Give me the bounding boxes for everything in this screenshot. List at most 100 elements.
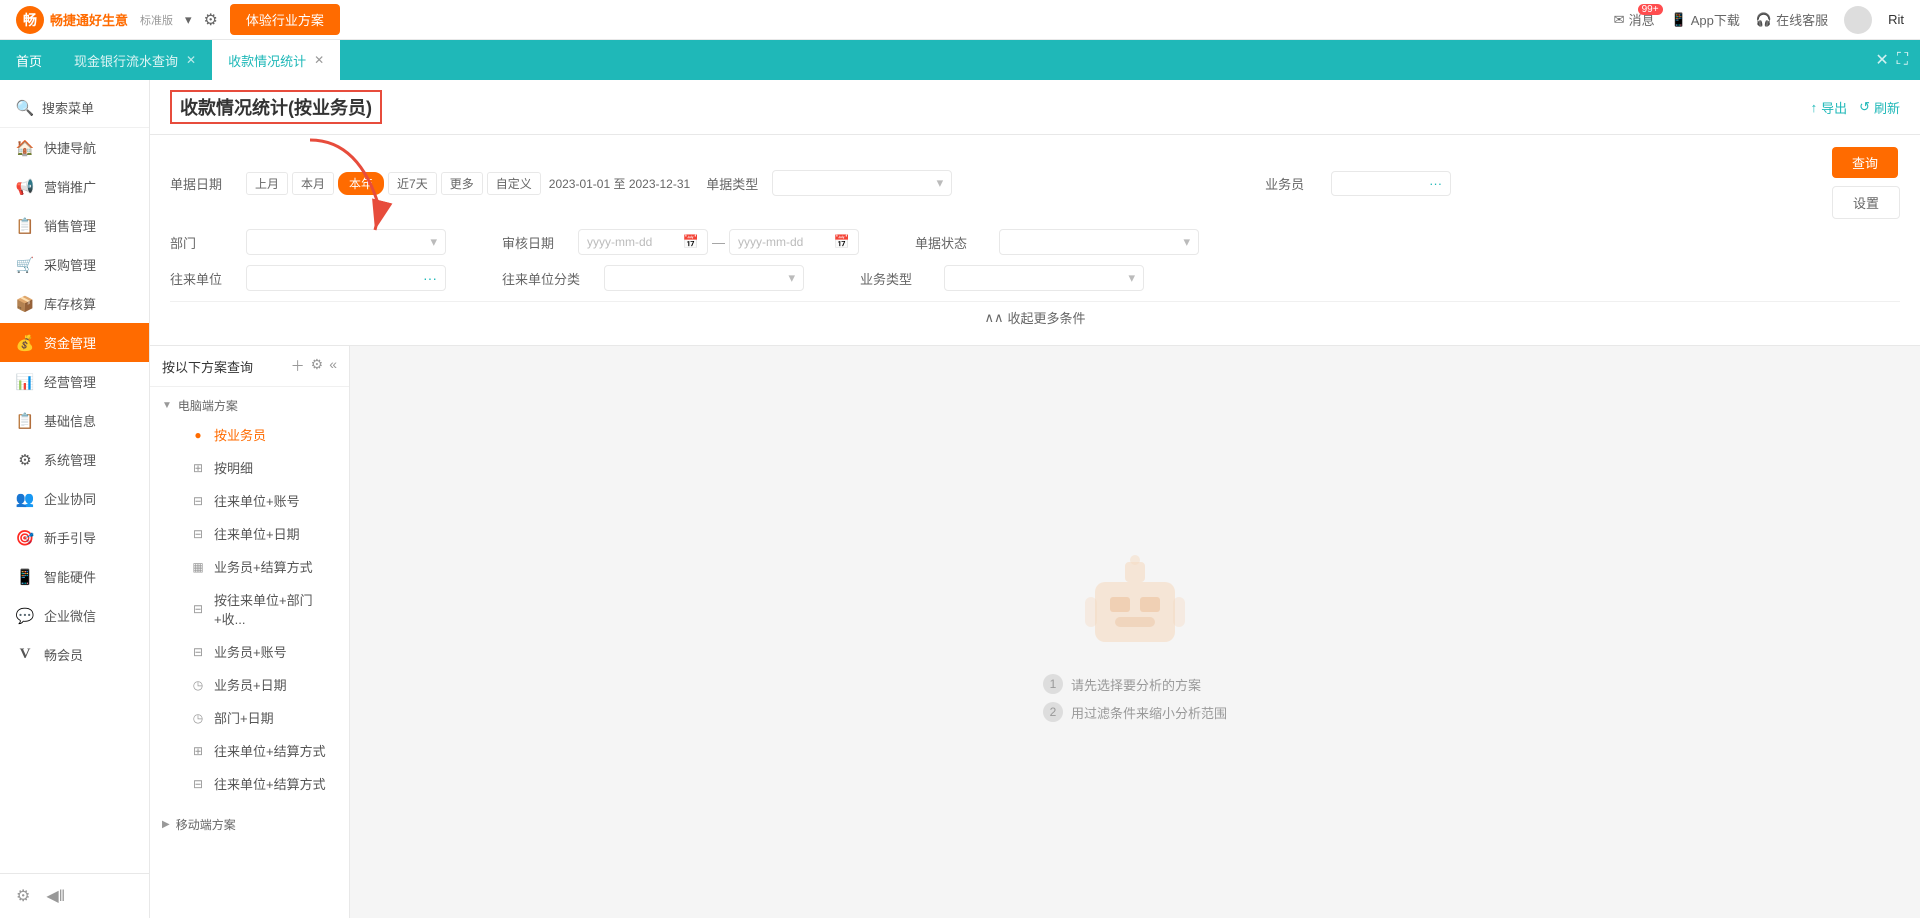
salesman-more-icon[interactable]: ···	[1429, 176, 1442, 191]
trial-button[interactable]: 体验行业方案	[230, 4, 340, 35]
home-icon: 🏠	[16, 139, 34, 157]
voucher-status-select[interactable]: ▾	[999, 229, 1199, 255]
dept-date-icon: ◷	[190, 710, 206, 726]
sidebar-enterprise-label: 企业协同	[44, 489, 96, 508]
sidebar-sales-label: 销售管理	[44, 216, 96, 235]
hint-2-num: 2	[1043, 702, 1063, 722]
top-bar-left: 畅 畅捷通好生意 标准版 ▾ ⚙ 体验行业方案	[16, 4, 340, 35]
sidebar-item-smart-hw[interactable]: 📱 智能硬件	[0, 557, 149, 596]
sidebar-guide-label: 新手引导	[44, 528, 96, 547]
scheme-item-counterpart-settlement2[interactable]: ⊟ 往来单位+结算方式	[162, 767, 349, 800]
user-avatar[interactable]	[1844, 6, 1872, 34]
scheme-settings-icon[interactable]: ⚙	[311, 356, 324, 376]
scheme-item-counterpart-date[interactable]: ⊟ 往来单位+日期	[162, 517, 349, 550]
scheme-item-salesman-date[interactable]: ◷ 业务员+日期	[162, 668, 349, 701]
voucher-type-select[interactable]: ▾	[772, 170, 952, 196]
review-date-from[interactable]: yyyy-mm-dd 📅	[578, 229, 708, 255]
desktop-group-title[interactable]: ▼ 电脑端方案	[150, 393, 349, 418]
bank-flow-tab-close-icon[interactable]: ✕	[186, 53, 196, 67]
scheme-item-dept-date[interactable]: ◷ 部门+日期	[162, 701, 349, 734]
review-date-group: yyyy-mm-dd 📅 — yyyy-mm-dd 📅	[578, 229, 859, 255]
sidebar-item-operations[interactable]: 📊 经营管理	[0, 362, 149, 401]
scheme-item-by-salesman[interactable]: ● 按业务员	[162, 418, 349, 451]
app-download-button[interactable]: 📱 App下载	[1671, 10, 1740, 29]
marketing-icon: 📢	[16, 178, 34, 196]
desktop-scheme-list: ● 按业务员 ⊞ 按明细 ⊟ 往来单位+账号 ⊟	[150, 418, 349, 800]
hint-1-text: 请先选择要分析的方案	[1071, 675, 1201, 694]
tab-bar: 首页 现金银行流水查询 ✕ 收款情况统计 ✕ ✕ ⛶	[0, 40, 1920, 80]
search-icon: 🔍	[16, 99, 34, 117]
sidebar-item-sales[interactable]: 📋 销售管理	[0, 206, 149, 245]
sidebar-item-system[interactable]: ⚙ 系统管理	[0, 440, 149, 479]
counterpart-category-select[interactable]: ▾	[604, 265, 804, 291]
sidebar-item-finance[interactable]: 💰 资金管理	[0, 323, 149, 362]
scheme-item-counterpart-dept[interactable]: ⊟ 按往来单位+部门+收...	[162, 583, 349, 635]
sidebar-item-search[interactable]: 🔍 搜索菜单	[0, 88, 149, 128]
refresh-icon: ↺	[1859, 99, 1870, 115]
sidebar-item-vip[interactable]: V 畅会员	[0, 635, 149, 674]
export-button[interactable]: ↑ 导出	[1811, 98, 1848, 117]
date-custom-btn[interactable]: 自定义	[487, 172, 541, 195]
sidebar-item-marketing[interactable]: 📢 营销推广	[0, 167, 149, 206]
business-type-label: 业务类型	[860, 269, 920, 288]
dropdown-arrow-icon[interactable]: ▾	[185, 12, 192, 28]
sidebar-item-quick-nav[interactable]: 🏠 快捷导航	[0, 128, 149, 167]
salesman-account-icon: ⊟	[190, 644, 206, 660]
query-button[interactable]: 查询	[1832, 147, 1898, 178]
by-detail-icon: ⊞	[190, 460, 206, 476]
sidebar-item-enterprise[interactable]: 👥 企业协同	[0, 479, 149, 518]
gear-icon[interactable]: ⚙	[204, 10, 218, 30]
review-date-to[interactable]: yyyy-mm-dd 📅	[729, 229, 859, 255]
main-layout: 🔍 搜索菜单 🏠 快捷导航 📢 营销推广 📋 销售管理 🛒 采购管理 📦	[0, 80, 1920, 918]
mobile-group-title[interactable]: ▶ 移动端方案	[150, 812, 349, 837]
counterpart-dept-icon: ⊟	[190, 601, 206, 617]
scheme-item-salesman-settlement[interactable]: ▦ 业务员+结算方式	[162, 550, 349, 583]
date-more-btn[interactable]: 更多	[441, 172, 483, 195]
sidebar-item-purchase[interactable]: 🛒 采购管理	[0, 245, 149, 284]
tab-home[interactable]: 首页	[0, 40, 58, 80]
scheme-item-counterpart-account[interactable]: ⊟ 往来单位+账号	[162, 484, 349, 517]
messages-badge: 99+	[1638, 4, 1663, 15]
voucher-type-label: 单据类型	[706, 174, 766, 193]
scheme-item-counterpart-settlement[interactable]: ⊞ 往来单位+结算方式	[162, 734, 349, 767]
close-window-icon[interactable]: ✕	[1875, 50, 1888, 70]
messages-button[interactable]: ✉ 消息 99+	[1614, 10, 1655, 29]
sidebar-vip-label: 畅会员	[44, 645, 83, 664]
scheme-collapse-icon[interactable]: «	[329, 356, 337, 376]
collection-stats-tab-label: 收款情况统计	[228, 51, 306, 70]
sidebar-collapse-icon[interactable]: ◀‖	[46, 886, 65, 906]
business-type-select[interactable]: ▾	[944, 265, 1144, 291]
date-7days-btn[interactable]: 近7天	[388, 172, 437, 195]
collapse-filter-button[interactable]: ∧∧ 收起更多条件	[170, 301, 1900, 333]
date-this-month-btn[interactable]: 本月	[292, 172, 334, 195]
tab-collection-stats[interactable]: 收款情况统计 ✕	[212, 40, 340, 80]
scheme-add-icon[interactable]: ＋	[291, 356, 305, 376]
service-icon: 🎧	[1756, 12, 1772, 28]
settings-button[interactable]: 设置	[1832, 186, 1900, 219]
tab-bank-flow[interactable]: 现金银行流水查询 ✕	[58, 40, 212, 80]
scheme-item-by-detail[interactable]: ⊞ 按明细	[162, 451, 349, 484]
dept-date-label: 部门+日期	[214, 708, 274, 727]
collection-stats-tab-close-icon[interactable]: ✕	[314, 53, 324, 67]
department-select[interactable]: ▾	[246, 229, 446, 255]
date-separator: —	[712, 235, 725, 250]
scheme-item-salesman-account[interactable]: ⊟ 业务员+账号	[162, 635, 349, 668]
sidebar-smart-hw-label: 智能硬件	[44, 567, 96, 586]
refresh-button[interactable]: ↺ 刷新	[1859, 98, 1900, 117]
maximize-window-icon[interactable]: ⛶	[1897, 51, 1908, 69]
sidebar-settings-icon[interactable]: ⚙	[16, 886, 30, 906]
scheme-header-actions: ＋ ⚙ «	[291, 356, 337, 376]
sidebar: 🔍 搜索菜单 🏠 快捷导航 📢 营销推广 📋 销售管理 🛒 采购管理 📦	[0, 80, 150, 918]
sidebar-item-basic-info[interactable]: 📋 基础信息	[0, 401, 149, 440]
date-last-month-btn[interactable]: 上月	[246, 172, 288, 195]
salesman-settlement-label: 业务员+结算方式	[214, 557, 313, 576]
sidebar-purchase-label: 采购管理	[44, 255, 96, 274]
counterpart-more-icon[interactable]: ···	[423, 270, 437, 286]
sidebar-item-inventory[interactable]: 📦 库存核算	[0, 284, 149, 323]
online-service-button[interactable]: 🎧 在线客服	[1756, 10, 1828, 29]
by-salesman-icon: ●	[190, 427, 206, 443]
date-this-year-btn[interactable]: 本年	[338, 172, 384, 195]
counterpart-settlement-icon: ⊞	[190, 743, 206, 759]
sidebar-item-guide[interactable]: 🎯 新手引导	[0, 518, 149, 557]
sidebar-item-wechat[interactable]: 💬 企业微信	[0, 596, 149, 635]
